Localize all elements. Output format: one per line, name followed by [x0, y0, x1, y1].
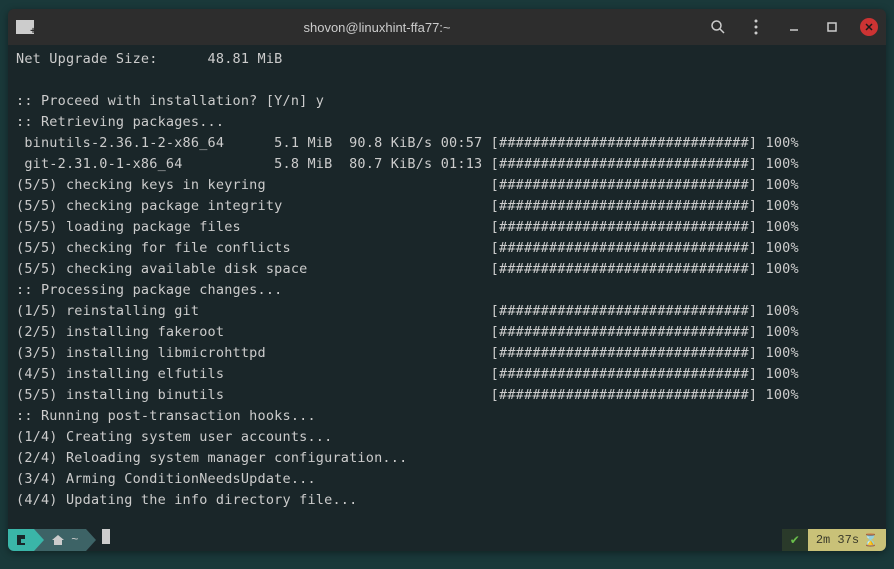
- status-time: 2m 37s ⌛: [808, 529, 886, 551]
- titlebar-controls: [698, 17, 878, 37]
- statusbar: ~ ✔ 2m 37s ⌛: [8, 529, 886, 551]
- titlebar: shovon@linuxhint-ffa77:~: [8, 9, 886, 45]
- terminal-window: shovon@linuxhint-ffa77:~ Net Upgrade Siz…: [8, 9, 886, 551]
- elapsed-time: 2m 37s: [816, 533, 859, 547]
- prompt-path: ~: [71, 533, 78, 547]
- menu-icon[interactable]: [746, 17, 766, 37]
- window-title: shovon@linuxhint-ffa77:~: [56, 20, 698, 35]
- status-check: ✔: [782, 529, 808, 551]
- terminal-output[interactable]: Net Upgrade Size: 48.81 MiB :: Proceed w…: [8, 45, 886, 529]
- minimize-button[interactable]: [784, 17, 804, 37]
- search-icon[interactable]: [708, 17, 728, 37]
- cursor: [102, 529, 110, 544]
- hourglass-icon: ⌛: [863, 533, 878, 548]
- titlebar-left: [16, 20, 56, 34]
- maximize-button[interactable]: [822, 17, 842, 37]
- new-tab-icon[interactable]: [16, 20, 34, 34]
- home-icon: [52, 533, 71, 547]
- prompt-logo: [8, 529, 34, 551]
- prompt-path-segment: ~: [34, 529, 86, 551]
- prompt-arrow-icon: [86, 529, 96, 551]
- prompt-right: ✔ 2m 37s ⌛: [782, 529, 886, 551]
- close-button[interactable]: [860, 18, 878, 36]
- prompt-left: ~: [8, 529, 110, 551]
